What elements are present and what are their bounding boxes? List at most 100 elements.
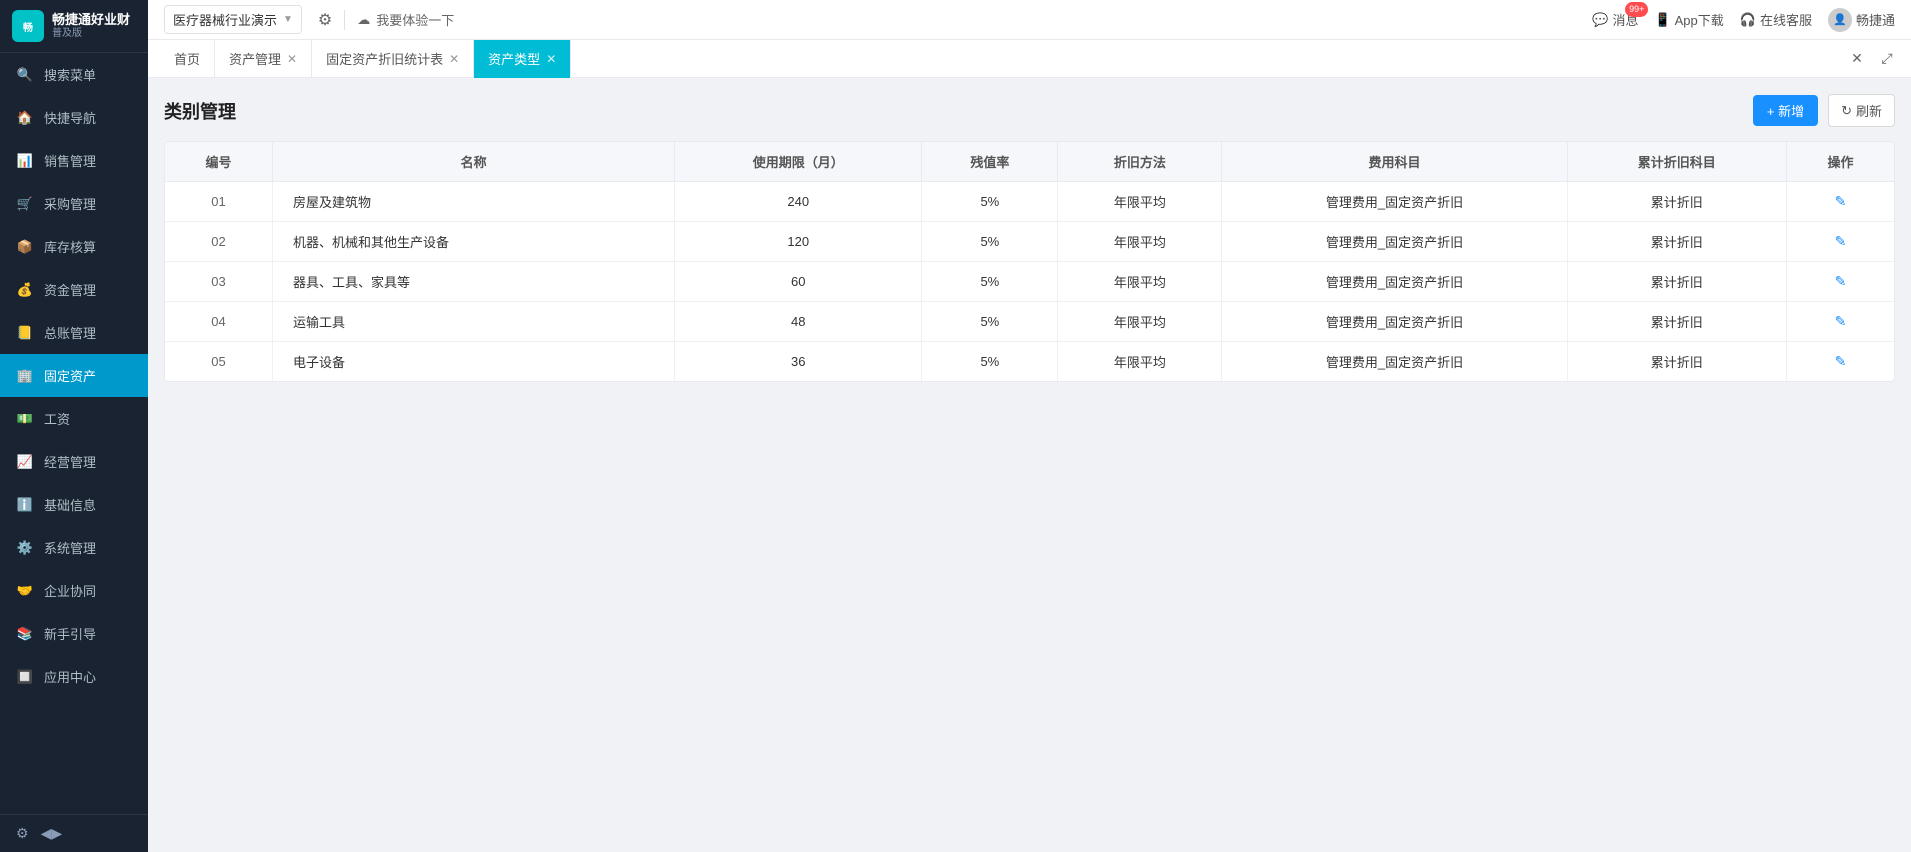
topbar-app-download[interactable]: 📱 App下载 — [1654, 10, 1723, 29]
sidebar-item-search[interactable]: 🔍 搜索菜单 — [0, 53, 148, 96]
sidebar-item-label: 企业协同 — [44, 581, 96, 600]
sidebar-item-app[interactable]: 🔲 应用中心 — [0, 655, 148, 698]
sidebar-item-assets[interactable]: 🏢 固定资产 — [0, 354, 148, 397]
topbar-customer-service[interactable]: 🎧 在线客服 — [1740, 10, 1812, 29]
sidebar-item-info[interactable]: ℹ️ 基础信息 — [0, 483, 148, 526]
customer-service-icon: 🎧 — [1740, 12, 1756, 28]
col-header: 费用科目 — [1222, 142, 1567, 182]
edit-cell[interactable]: ✎ — [1786, 302, 1894, 342]
table-cell: 电子设备 — [273, 342, 675, 382]
edit-icon[interactable]: ✎ — [1835, 193, 1847, 209]
sidebar-item-label: 销售管理 — [44, 151, 96, 170]
table-cell: 05 — [165, 342, 273, 382]
inventory-icon: 📦 — [16, 238, 34, 256]
table-cell: 运输工具 — [273, 302, 675, 342]
topbar-user[interactable]: 👤 畅捷通 — [1828, 8, 1895, 32]
edit-icon[interactable]: ✎ — [1835, 313, 1847, 329]
edit-cell[interactable]: ✎ — [1786, 262, 1894, 302]
sidebar-item-fund[interactable]: 💰 资金管理 — [0, 268, 148, 311]
sidebar-item-label: 经营管理 — [44, 452, 96, 471]
sidebar-item-label: 采购管理 — [44, 194, 96, 213]
sidebar: 畅 畅捷通好业财 普及版 🔍 搜索菜单 🏠 快捷导航 📊 销售管理 🛒 采购管理… — [0, 0, 148, 852]
refresh-button[interactable]: ↻ 刷新 — [1828, 94, 1895, 127]
table-cell: 240 — [675, 182, 922, 222]
edit-icon[interactable]: ✎ — [1835, 233, 1847, 249]
tab-close-3[interactable]: ✕ — [546, 52, 556, 66]
topbar-message[interactable]: 💬 消息 99+ — [1592, 10, 1638, 29]
tab-close-btn[interactable]: ✕ — [1845, 47, 1869, 71]
table-cell: 02 — [165, 222, 273, 262]
sidebar-item-ledger[interactable]: 📒 总账管理 — [0, 311, 148, 354]
table-cell: 器具、工具、家具等 — [273, 262, 675, 302]
sidebar-item-home[interactable]: 🏠 快捷导航 — [0, 96, 148, 139]
edit-cell[interactable]: ✎ — [1786, 342, 1894, 382]
table-cell: 累计折旧 — [1567, 342, 1786, 382]
table-cell: 年限平均 — [1058, 222, 1222, 262]
table-row: 05电子设备365%年限平均管理费用_固定资产折旧累计折旧✎ — [165, 342, 1894, 382]
table-cell: 60 — [675, 262, 922, 302]
col-header: 残值率 — [922, 142, 1058, 182]
topbar-right: 💬 消息 99+ 📱 App下载 🎧 在线客服 👤 畅捷通 — [1592, 8, 1895, 32]
collapse-footer-icon[interactable]: ◀▶ — [41, 825, 63, 842]
data-table: 编号名称使用期限（月）残值率折旧方法费用科目累计折旧科目操作 01房屋及建筑物2… — [165, 142, 1894, 381]
edit-icon[interactable]: ✎ — [1835, 353, 1847, 369]
settings-footer-icon[interactable]: ⚙ — [16, 825, 29, 842]
table-cell: 120 — [675, 222, 922, 262]
table-cell: 管理费用_固定资产折旧 — [1222, 342, 1567, 382]
sidebar-logo: 畅 畅捷通好业财 普及版 — [0, 0, 148, 53]
refresh-label: 刷新 — [1856, 101, 1882, 120]
sidebar-footer: ⚙ ◀▶ — [0, 814, 148, 852]
tab-label-3: 资产类型 — [488, 49, 540, 68]
tab-close-2[interactable]: ✕ — [449, 52, 459, 66]
main-area: 医疗器械行业演示 ▼ ⚙ ☁ 我要体验一下 💬 消息 99+ 📱 App下载 🎧… — [148, 0, 1911, 852]
table-cell: 管理费用_固定资产折旧 — [1222, 302, 1567, 342]
sidebar-item-system[interactable]: ⚙️ 系统管理 — [0, 526, 148, 569]
sidebar-scroll: 🔍 搜索菜单 🏠 快捷导航 📊 销售管理 🛒 采购管理 📦 库存核算 💰 资金管… — [0, 53, 148, 814]
table-cell: 年限平均 — [1058, 302, 1222, 342]
col-header: 使用期限（月） — [675, 142, 922, 182]
sidebar-item-salary[interactable]: 💵 工资 — [0, 397, 148, 440]
guide-icon: 📚 — [16, 625, 34, 643]
table-cell: 机器、机械和其他生产设备 — [273, 222, 675, 262]
page-header: 类别管理 + 新增 ↻ 刷新 — [164, 94, 1895, 127]
sidebar-item-inventory[interactable]: 📦 库存核算 — [0, 225, 148, 268]
tab-label-2: 固定资产折旧统计表 — [326, 49, 443, 68]
tab-close-1[interactable]: ✕ — [287, 52, 297, 66]
col-header: 累计折旧科目 — [1567, 142, 1786, 182]
sidebar-item-label: 资金管理 — [44, 280, 96, 299]
sidebar-item-label: 工资 — [44, 409, 70, 428]
edit-cell[interactable]: ✎ — [1786, 222, 1894, 262]
sidebar-item-cooperate[interactable]: 🤝 企业协同 — [0, 569, 148, 612]
table-cell: 年限平均 — [1058, 342, 1222, 382]
message-badge: 99+ — [1625, 2, 1648, 17]
edit-cell[interactable]: ✎ — [1786, 182, 1894, 222]
company-name: 医疗器械行业演示 — [173, 10, 277, 29]
header-actions: + 新增 ↻ 刷新 — [1753, 94, 1895, 127]
sidebar-item-purchase[interactable]: 🛒 采购管理 — [0, 182, 148, 225]
sidebar-item-label: 库存核算 — [44, 237, 96, 256]
topbar-settings-icon[interactable]: ⚙ — [318, 10, 332, 30]
tab-1[interactable]: 资产管理 ✕ — [215, 40, 312, 78]
company-selector[interactable]: 医疗器械行业演示 ▼ — [164, 5, 302, 34]
sidebar-item-management[interactable]: 📈 经营管理 — [0, 440, 148, 483]
sidebar-item-sales[interactable]: 📊 销售管理 — [0, 139, 148, 182]
sidebar-item-label: 系统管理 — [44, 538, 96, 557]
logo-text: 畅捷通好业财 普及版 — [52, 12, 130, 40]
table-cell: 管理费用_固定资产折旧 — [1222, 222, 1567, 262]
ledger-icon: 📒 — [16, 324, 34, 342]
new-button[interactable]: + 新增 — [1753, 95, 1818, 126]
tab-0[interactable]: 首页 — [160, 40, 215, 78]
tab-label-1: 资产管理 — [229, 49, 281, 68]
tabs-bar: 首页资产管理 ✕ 固定资产折旧统计表 ✕ 资产类型 ✕ ✕ ⤢ — [148, 40, 1911, 78]
table-cell: 5% — [922, 182, 1058, 222]
username-label: 畅捷通 — [1856, 10, 1895, 29]
topbar-experience[interactable]: ☁ 我要体验一下 — [357, 10, 454, 29]
col-header: 名称 — [273, 142, 675, 182]
management-icon: 📈 — [16, 453, 34, 471]
sidebar-item-label: 总账管理 — [44, 323, 96, 342]
tab-3[interactable]: 资产类型 ✕ — [474, 40, 571, 78]
tab-expand-btn[interactable]: ⤢ — [1875, 47, 1899, 71]
sidebar-item-guide[interactable]: 📚 新手引导 — [0, 612, 148, 655]
edit-icon[interactable]: ✎ — [1835, 273, 1847, 289]
tab-2[interactable]: 固定资产折旧统计表 ✕ — [312, 40, 474, 78]
